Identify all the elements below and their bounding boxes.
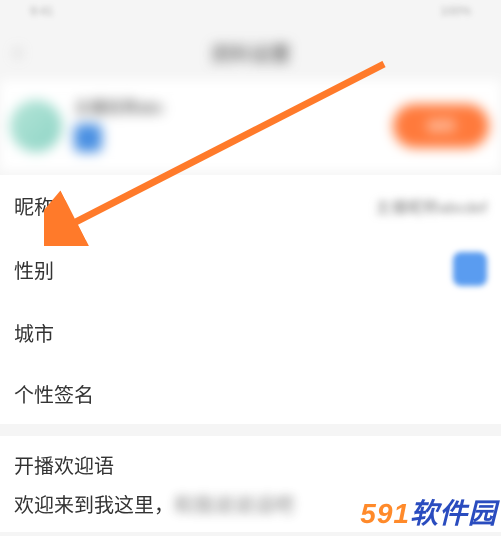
gender-label: 性别	[14, 255, 54, 284]
status-battery: 100%	[440, 4, 471, 20]
status-time: 9:41	[30, 4, 53, 20]
nickname-label: 昵称	[14, 191, 54, 220]
greeting-suffix: 和我说说话吧	[174, 495, 294, 517]
nickname-value: 主播昵称abcdef	[375, 194, 487, 218]
status-bar: 9:41 100%	[0, 0, 501, 24]
watermark-num: 591	[360, 498, 410, 529]
gender-icon	[453, 252, 487, 286]
page-header: ‹ 资料设置	[0, 24, 501, 80]
profile-name: 主播名称abc	[74, 94, 393, 118]
signature-row[interactable]: 个性签名	[14, 363, 487, 424]
watermark: 591软件园	[360, 492, 497, 532]
profile-section: 主播名称abc 编辑	[0, 80, 501, 171]
nickname-row[interactable]: 昵称 主播昵称abcdef	[14, 175, 487, 236]
profile-info: 主播名称abc	[74, 94, 393, 157]
profile-badge-icon	[74, 124, 102, 152]
form-section: 昵称 主播昵称abcdef 性别 城市 个性签名	[0, 175, 501, 424]
greeting-text: 欢迎来到我这里，	[14, 495, 174, 517]
avatar[interactable]	[10, 100, 62, 152]
watermark-text: 软件园	[410, 498, 497, 529]
back-icon[interactable]: ‹	[14, 39, 21, 65]
gender-row[interactable]: 性别	[14, 236, 487, 302]
greeting-title: 开播欢迎语	[14, 438, 487, 489]
signature-label: 个性签名	[14, 379, 94, 408]
edit-button[interactable]: 编辑	[393, 104, 489, 148]
city-row[interactable]: 城市	[14, 302, 487, 363]
city-label: 城市	[14, 318, 54, 347]
page-title: 资料设置	[211, 38, 291, 67]
